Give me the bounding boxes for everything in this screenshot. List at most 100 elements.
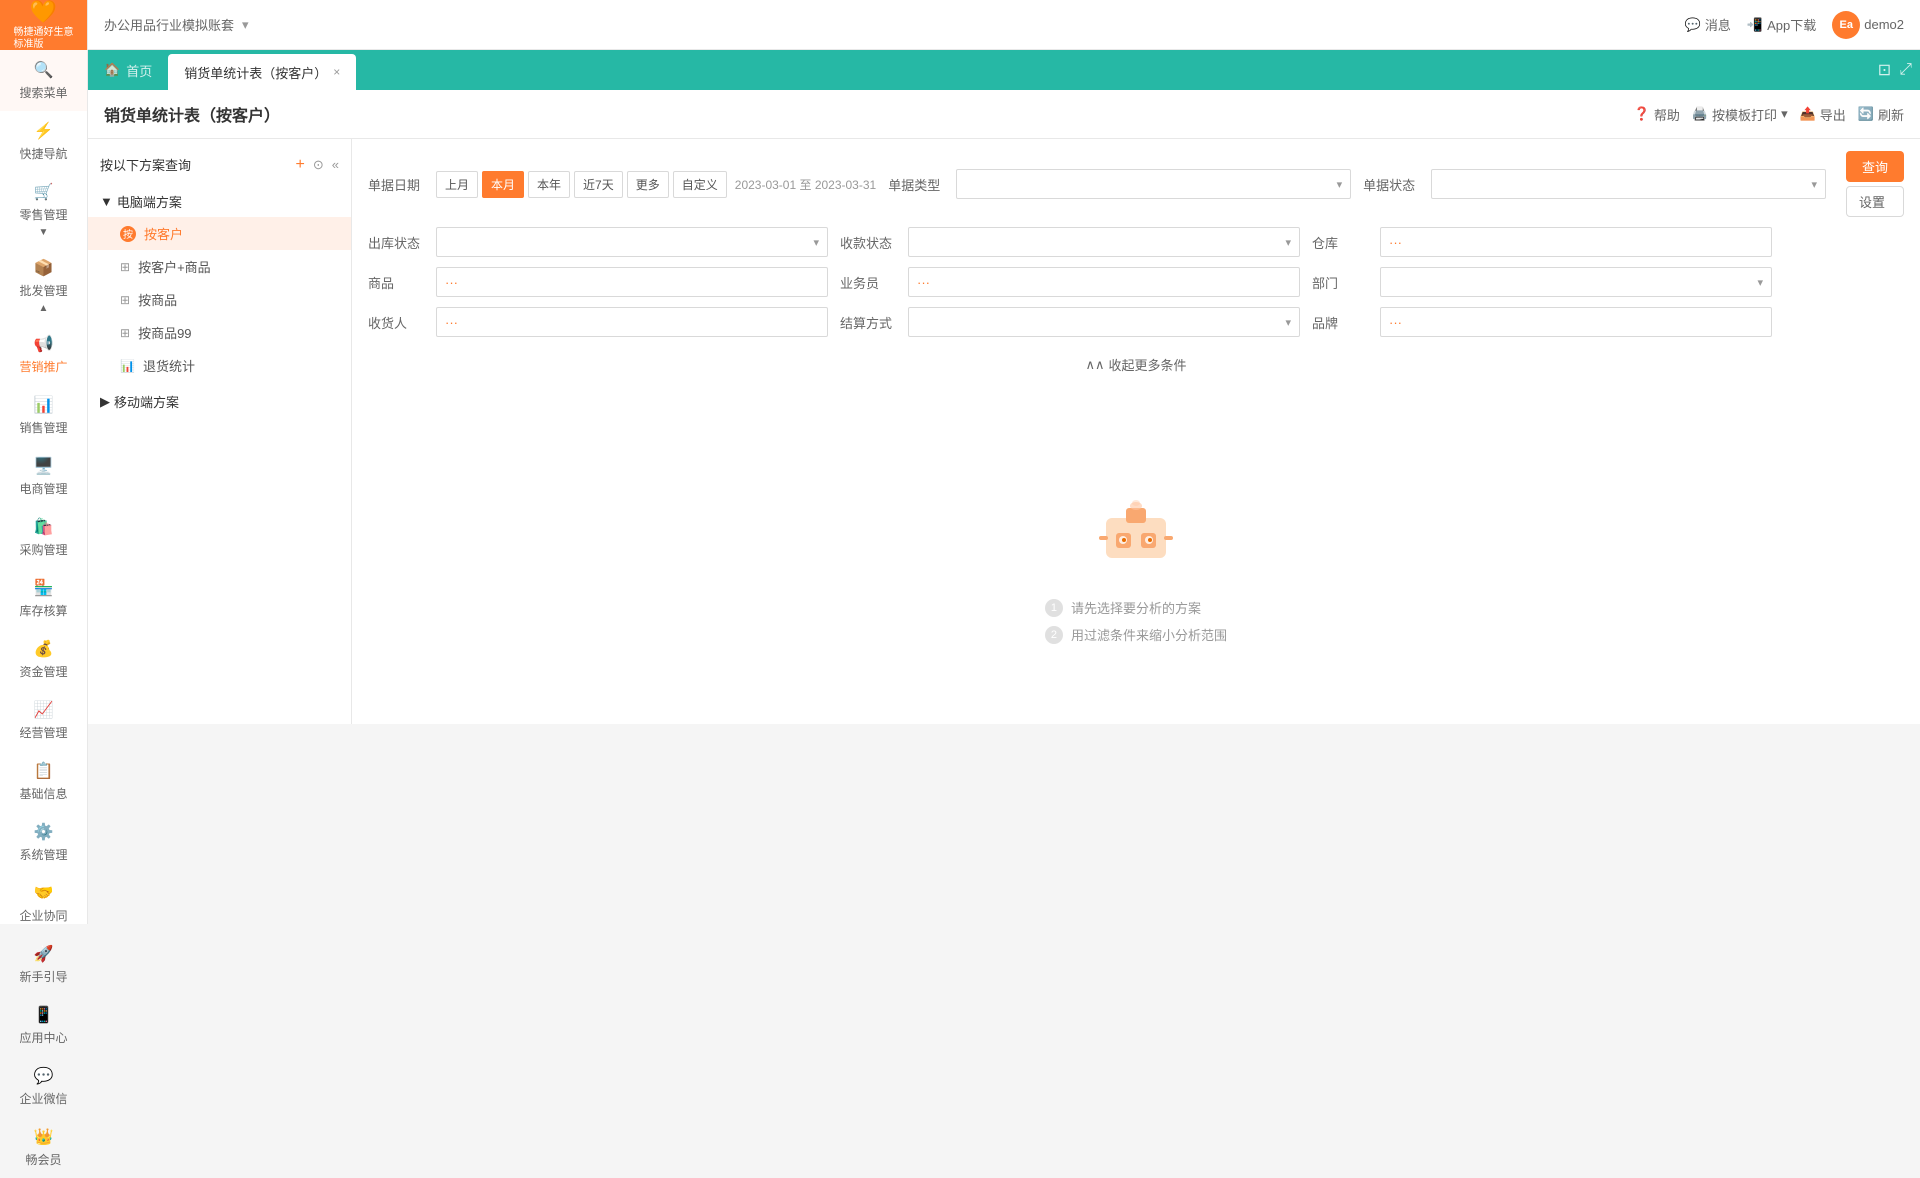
sidebar-item-ecommerce-label: 电商管理 bbox=[19, 480, 67, 497]
sidebar-item-search[interactable]: 🔍 搜索菜单 bbox=[0, 50, 87, 111]
tab-minimize-icon[interactable]: ⊡ bbox=[1878, 60, 1891, 80]
sidebar-item-newguide-label: 新手引导 bbox=[19, 968, 67, 985]
order-type-select[interactable]: ▾ bbox=[956, 169, 1351, 199]
collapse-side-icon[interactable]: « bbox=[332, 157, 339, 172]
goods-select[interactable]: ··· bbox=[436, 267, 828, 297]
scheme-group-desktop-header[interactable]: ▼ 电脑端方案 bbox=[88, 186, 351, 217]
appcenter-icon: 📱 bbox=[34, 1005, 54, 1025]
order-status-select[interactable]: ▾ bbox=[1431, 169, 1826, 199]
app-logo: 🧡 畅捷通好生意 标准版 bbox=[0, 0, 87, 50]
sidebar-item-finance[interactable]: 💰 资金管理 bbox=[0, 629, 87, 690]
sidebar-item-ecommerce[interactable]: 🖥️ 电商管理 bbox=[0, 446, 87, 507]
account-selector-label: 办公用品行业模拟账套 bbox=[104, 15, 234, 34]
payment-status-select[interactable]: ▾ bbox=[908, 227, 1300, 257]
message-icon: 💬 bbox=[1685, 17, 1701, 33]
filter-row-1: 单据日期 上月 本月 本年 近7天 更多 自定义 2023-03-01 至 20… bbox=[368, 151, 1904, 217]
logo-icon: 🧡 bbox=[30, 0, 57, 25]
export-btn[interactable]: 📤 导出 bbox=[1800, 105, 1846, 124]
sidebar-item-newguide[interactable]: 🚀 新手引导 bbox=[0, 934, 87, 995]
avatar: Ea bbox=[1832, 11, 1860, 39]
filter-item-payment-status: 收款状态 ▾ bbox=[840, 227, 1300, 257]
sidebar-item-inventory[interactable]: 🏪 库存核算 bbox=[0, 568, 87, 629]
department-label: 部门 bbox=[1312, 273, 1372, 292]
tab-sales-report[interactable]: 销货单统计表（按客户） × bbox=[168, 54, 356, 90]
return-stats-icon: 📊 bbox=[120, 359, 135, 373]
warehouse-dots[interactable]: ··· bbox=[1389, 235, 1402, 250]
salesperson-dots[interactable]: ··· bbox=[917, 275, 930, 290]
brand-select[interactable]: ··· bbox=[1380, 307, 1772, 337]
date-btn-last-7days[interactable]: 近7天 bbox=[574, 171, 623, 198]
scheme-item-by-customer[interactable]: 按 按客户 bbox=[88, 217, 351, 250]
sidebar-item-system[interactable]: ⚙️ 系统管理 bbox=[0, 812, 87, 873]
sidebar-item-quicknav[interactable]: ⚡ 快捷导航 bbox=[0, 111, 87, 172]
message-btn[interactable]: 💬 消息 bbox=[1685, 15, 1731, 34]
add-scheme-icon[interactable]: + bbox=[296, 156, 305, 174]
content-body: 按以下方案查询 + ⊙ « ▼ 电脑端方案 按 按客户 bbox=[88, 139, 1920, 724]
date-btn-more[interactable]: 更多 bbox=[627, 171, 669, 198]
collapse-btn[interactable]: ∧∧ 收起更多条件 bbox=[1085, 355, 1186, 374]
scheme-item-customer-goods[interactable]: ⊞ 按客户+商品 bbox=[88, 250, 351, 283]
payment-method-label: 结算方式 bbox=[840, 313, 900, 332]
out-status-select[interactable]: ▾ bbox=[436, 227, 828, 257]
date-btn-custom[interactable]: 自定义 bbox=[673, 171, 727, 198]
sidebar-item-basic[interactable]: 📋 基础信息 bbox=[0, 751, 87, 812]
page-actions: ❓ 帮助 🖨️ 按模板打印 ▾ 📤 导出 🔄 刷新 bbox=[1634, 105, 1904, 124]
sidebar-item-appcenter[interactable]: 📱 应用中心 bbox=[0, 995, 87, 1056]
sidebar-item-purchase-label: 采购管理 bbox=[19, 541, 67, 558]
account-selector-arrow[interactable]: ▾ bbox=[242, 17, 249, 33]
query-btn[interactable]: 查询 bbox=[1846, 151, 1904, 182]
scheme-group-mobile: ▶ 移动端方案 bbox=[88, 386, 351, 417]
scheme-group-mobile-header[interactable]: ▶ 移动端方案 bbox=[88, 386, 351, 417]
help-btn[interactable]: ❓ 帮助 bbox=[1634, 105, 1680, 124]
tab-home[interactable]: 🏠 首页 bbox=[88, 50, 168, 90]
empty-state: 1 请先选择要分析的方案 2 用过滤条件来缩小分析范围 bbox=[352, 398, 1920, 724]
date-btn-this-year[interactable]: 本年 bbox=[528, 171, 570, 198]
tab-maximize-icon[interactable]: ⤢ bbox=[1899, 61, 1912, 79]
sidebar-item-quicknav-label: 快捷导航 bbox=[19, 145, 67, 162]
sidebar-item-corpwechat-label: 企业微信 bbox=[19, 1090, 67, 1107]
settings-btn[interactable]: 设置 bbox=[1846, 186, 1904, 217]
settings-scheme-icon[interactable]: ⊙ bbox=[313, 157, 324, 173]
filter-row-3: 商品 ··· 业务员 ··· 部门 bbox=[368, 267, 1904, 297]
ecommerce-icon: 🖥️ bbox=[34, 456, 54, 476]
scheme-item-by-goods99[interactable]: ⊞ 按商品99 bbox=[88, 316, 351, 349]
scheme-group-mobile-label: 移动端方案 bbox=[114, 392, 179, 411]
sidebar-item-cooperation[interactable]: 🤝 企业协同 bbox=[0, 873, 87, 934]
refresh-btn[interactable]: 🔄 刷新 bbox=[1858, 105, 1904, 124]
topbar-right: 💬 消息 📲 App下载 Ea demo2 bbox=[1685, 11, 1904, 39]
date-btn-this-month[interactable]: 本月 bbox=[482, 171, 524, 198]
print-btn[interactable]: 🖨️ 按模板打印 ▾ bbox=[1692, 105, 1788, 124]
department-select[interactable]: ▾ bbox=[1380, 267, 1772, 297]
tab-close-icon[interactable]: × bbox=[333, 65, 340, 79]
sidebar-item-operations[interactable]: 📈 经营管理 bbox=[0, 690, 87, 751]
sidebar-item-sales[interactable]: 📊 销售管理 bbox=[0, 385, 87, 446]
retail-icon: 🛒 bbox=[34, 182, 54, 202]
scheme-item-return-stats[interactable]: 📊 退货统计 bbox=[88, 349, 351, 382]
sidebar-item-finance-label: 资金管理 bbox=[19, 663, 67, 680]
tab-bar: 🏠 首页 销货单统计表（按客户） × ⊡ ⤢ bbox=[88, 50, 1920, 90]
sidebar-item-member[interactable]: 👑 畅会员 bbox=[0, 1117, 87, 1178]
salesperson-select[interactable]: ··· bbox=[908, 267, 1300, 297]
date-btn-last-month[interactable]: 上月 bbox=[436, 171, 478, 198]
sidebar-item-wholesale[interactable]: 📦 批发管理 ▲ bbox=[0, 248, 87, 324]
payment-method-select[interactable]: ▾ bbox=[908, 307, 1300, 337]
sidebar-item-corpwechat[interactable]: 💬 企业微信 bbox=[0, 1056, 87, 1117]
tip-text-2: 用过滤条件来缩小分析范围 bbox=[1071, 625, 1227, 644]
group-expand-icon: ▼ bbox=[100, 194, 113, 209]
side-filter-panel: 按以下方案查询 + ⊙ « ▼ 电脑端方案 按 按客户 bbox=[88, 139, 352, 724]
scheme-item-by-goods[interactable]: ⊞ 按商品 bbox=[88, 283, 351, 316]
filter-item-order-status: 单据状态 ▾ bbox=[1363, 169, 1826, 199]
sidebar-item-marketing[interactable]: 📢 营销推广 bbox=[0, 324, 87, 385]
user-profile[interactable]: Ea demo2 bbox=[1832, 11, 1904, 39]
sidebar-item-retail[interactable]: 🛒 零售管理 ▼ bbox=[0, 172, 87, 248]
app-name: 畅捷通好生意 标准版 bbox=[14, 27, 74, 51]
brand-dots[interactable]: ··· bbox=[1389, 315, 1402, 330]
scheme-item-customer-goods-label: 按客户+商品 bbox=[138, 257, 211, 276]
warehouse-select[interactable]: ··· bbox=[1380, 227, 1772, 257]
recipient-select[interactable]: ··· bbox=[436, 307, 828, 337]
sidebar-item-purchase[interactable]: 🛍️ 采购管理 bbox=[0, 507, 87, 568]
page-header: 销货单统计表（按客户） ❓ 帮助 🖨️ 按模板打印 ▾ 📤 导出 🔄 刷新 bbox=[88, 90, 1920, 139]
recipient-dots[interactable]: ··· bbox=[445, 315, 458, 330]
goods-dots[interactable]: ··· bbox=[445, 275, 458, 290]
app-download-btn[interactable]: 📲 App下载 bbox=[1747, 15, 1816, 34]
